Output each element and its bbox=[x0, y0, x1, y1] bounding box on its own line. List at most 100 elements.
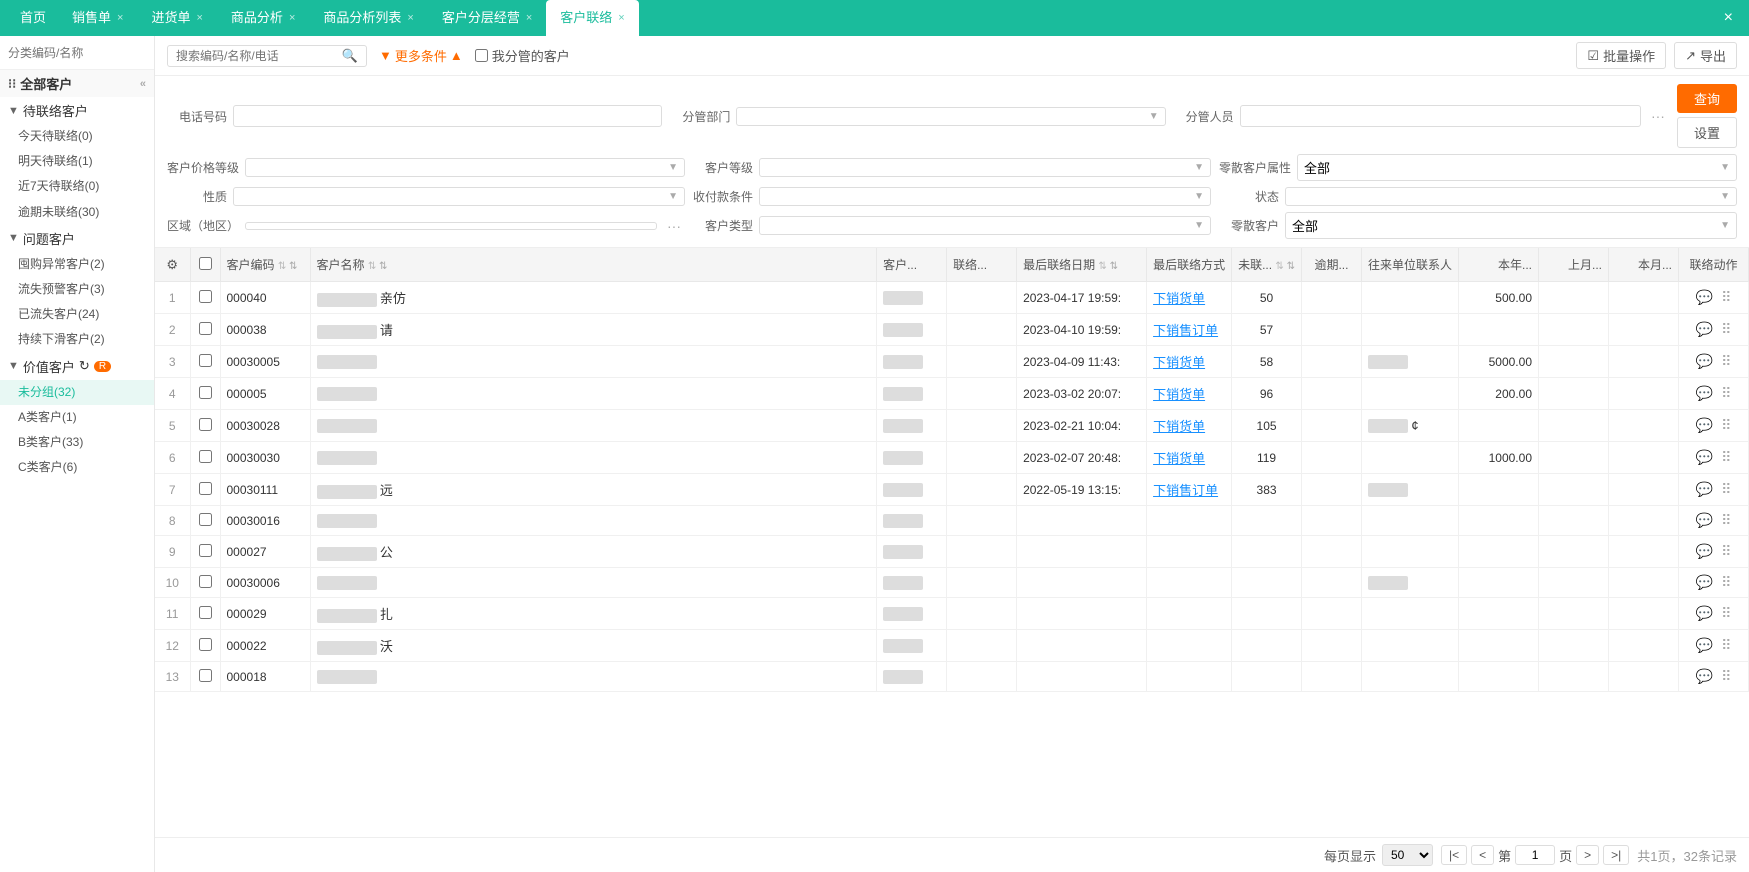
chat-icon[interactable]: 💬 bbox=[1696, 449, 1713, 466]
cell-checkbox[interactable] bbox=[190, 346, 220, 378]
chat-icon[interactable]: 💬 bbox=[1696, 605, 1713, 622]
th-settings[interactable]: ⚙ bbox=[155, 248, 190, 282]
th-customer-type[interactable]: 客户... bbox=[877, 248, 947, 282]
chat-icon[interactable]: 💬 bbox=[1696, 353, 1713, 370]
select-all-checkbox[interactable] bbox=[199, 257, 212, 270]
method-link[interactable]: 下销售订单 bbox=[1153, 483, 1218, 498]
grid-action-icon[interactable]: ⠿ bbox=[1721, 574, 1731, 591]
chat-icon[interactable]: 💬 bbox=[1696, 289, 1713, 306]
row-checkbox[interactable] bbox=[199, 669, 212, 682]
batch-operation-btn[interactable]: ☑ 批量操作 bbox=[1576, 42, 1666, 69]
prev-page-btn[interactable]: < bbox=[1471, 845, 1494, 865]
close-tab-icon[interactable]: × bbox=[196, 0, 202, 36]
close-tab-icon[interactable]: × bbox=[117, 0, 123, 36]
row-checkbox[interactable] bbox=[199, 450, 212, 463]
th-action[interactable]: 联络动作 bbox=[1679, 248, 1749, 282]
sidebar-item-today[interactable]: 今天待联络(0) bbox=[0, 124, 154, 149]
row-checkbox[interactable] bbox=[199, 638, 212, 651]
th-unit-contact[interactable]: 往来单位联系人 bbox=[1361, 248, 1458, 282]
chat-icon[interactable]: 💬 bbox=[1696, 512, 1713, 529]
my-customers-checkbox[interactable] bbox=[475, 49, 488, 62]
close-tab-icon[interactable]: × bbox=[289, 0, 295, 36]
grid-action-icon[interactable]: ⠿ bbox=[1721, 353, 1731, 370]
dots-icon[interactable]: ··· bbox=[667, 218, 681, 234]
cell-checkbox[interactable] bbox=[190, 536, 220, 568]
sidebar-item-tomorrow[interactable]: 明天待联络(1) bbox=[0, 149, 154, 174]
th-contact[interactable]: 联络... bbox=[947, 248, 1017, 282]
close-tab-icon[interactable]: × bbox=[407, 0, 413, 36]
query-btn[interactable]: 查询 bbox=[1677, 84, 1737, 113]
filter-select-price-grade[interactable]: ▼ bbox=[245, 158, 685, 177]
sidebar-collapse-icon[interactable]: « bbox=[140, 78, 146, 90]
cell-checkbox[interactable] bbox=[190, 378, 220, 410]
sidebar-item-ungroup[interactable]: 未分组(32) bbox=[0, 380, 154, 405]
row-checkbox[interactable] bbox=[199, 322, 212, 335]
close-tab-icon[interactable]: × bbox=[526, 0, 532, 36]
chat-icon[interactable]: 💬 bbox=[1696, 543, 1713, 560]
sidebar-item-abnormal[interactable]: 囤购异常客户(2) bbox=[0, 252, 154, 277]
nav-tab-analysis-list[interactable]: 商品分析列表 × bbox=[309, 0, 427, 36]
grid-action-icon[interactable]: ⠿ bbox=[1721, 512, 1731, 529]
filter-select-region[interactable] bbox=[245, 222, 657, 230]
filter-select-customer-grade[interactable]: ▼ bbox=[759, 158, 1211, 177]
row-checkbox[interactable] bbox=[199, 513, 212, 526]
export-btn[interactable]: ↗ 导出 bbox=[1674, 42, 1737, 69]
sidebar-item-class-c[interactable]: C类客户(6) bbox=[0, 455, 154, 480]
th-customer-code[interactable]: 客户编码 ⇅ bbox=[220, 248, 310, 282]
sidebar-item-class-b[interactable]: B类客户(33) bbox=[0, 430, 154, 455]
sidebar-section-problem[interactable]: ▼ 问题客户 bbox=[0, 225, 154, 252]
sidebar-section-waiting[interactable]: ▼ 待联络客户 bbox=[0, 97, 154, 124]
row-checkbox[interactable] bbox=[199, 544, 212, 557]
grid-action-icon[interactable]: ⠿ bbox=[1721, 605, 1731, 622]
grid-action-icon[interactable]: ⠿ bbox=[1721, 385, 1731, 402]
cell-checkbox[interactable] bbox=[190, 282, 220, 314]
sidebar-item-warning[interactable]: 流失预警客户(3) bbox=[0, 277, 154, 302]
method-link[interactable]: 下销售订单 bbox=[1153, 323, 1218, 338]
cell-checkbox[interactable] bbox=[190, 314, 220, 346]
chat-icon[interactable]: 💬 bbox=[1696, 481, 1713, 498]
grid-action-icon[interactable]: ⠿ bbox=[1721, 637, 1731, 654]
filter-select-status[interactable]: ▼ bbox=[1285, 187, 1737, 206]
nav-tab-customer-contact[interactable]: 客户联络 × bbox=[546, 0, 638, 36]
page-number-input[interactable] bbox=[1515, 845, 1555, 865]
row-checkbox[interactable] bbox=[199, 354, 212, 367]
row-checkbox[interactable] bbox=[199, 418, 212, 431]
grid-action-icon[interactable]: ⠿ bbox=[1721, 481, 1731, 498]
grid-action-icon[interactable]: ⠿ bbox=[1721, 449, 1731, 466]
row-checkbox[interactable] bbox=[199, 290, 212, 303]
chat-icon[interactable]: 💬 bbox=[1696, 321, 1713, 338]
sidebar-all-customers[interactable]: ⁝⁝ 全部客户 « bbox=[0, 70, 154, 97]
per-page-select[interactable]: 50 20 100 bbox=[1382, 844, 1433, 866]
filter-select-scatter-customer[interactable]: 全部 ▼ bbox=[1285, 212, 1737, 239]
filter-input-phone[interactable] bbox=[233, 105, 662, 127]
close-tab-icon[interactable]: × bbox=[618, 0, 624, 36]
sidebar-item-lost[interactable]: 已流失客户(24) bbox=[0, 302, 154, 327]
th-this-month[interactable]: 本月... bbox=[1609, 248, 1679, 282]
sidebar-search-input[interactable] bbox=[8, 46, 155, 60]
cell-checkbox[interactable] bbox=[190, 506, 220, 536]
more-conditions-btn[interactable]: ▼ 更多条件 ▲ bbox=[379, 46, 463, 65]
th-customer-name[interactable]: 客户名称 ⇅ bbox=[310, 248, 877, 282]
cell-checkbox[interactable] bbox=[190, 474, 220, 506]
filter-input-person[interactable] bbox=[1240, 105, 1641, 127]
sidebar-item-7days[interactable]: 近7天待联络(0) bbox=[0, 174, 154, 199]
th-checkbox[interactable] bbox=[190, 248, 220, 282]
filter-select-payment[interactable]: ▼ bbox=[759, 187, 1211, 206]
sidebar-item-class-a[interactable]: A类客户(1) bbox=[0, 405, 154, 430]
filter-search-icon[interactable]: 🔍 bbox=[342, 48, 358, 64]
nav-tab-analysis[interactable]: 商品分析 × bbox=[217, 0, 309, 36]
grid-action-icon[interactable]: ⠿ bbox=[1721, 321, 1731, 338]
sidebar-item-declining[interactable]: 持续下滑客户(2) bbox=[0, 327, 154, 352]
row-checkbox[interactable] bbox=[199, 606, 212, 619]
chat-icon[interactable]: 💬 bbox=[1696, 637, 1713, 654]
row-checkbox[interactable] bbox=[199, 482, 212, 495]
filter-select-nature[interactable]: ▼ bbox=[233, 187, 685, 206]
dots-icon[interactable]: ··· bbox=[1651, 108, 1665, 124]
reset-btn[interactable]: 设置 bbox=[1677, 117, 1737, 148]
row-checkbox[interactable] bbox=[199, 575, 212, 588]
filter-select-dept[interactable]: ▼ bbox=[736, 107, 1165, 126]
filter-select-customer-type[interactable]: ▼ bbox=[759, 216, 1211, 235]
grid-action-icon[interactable]: ⠿ bbox=[1721, 543, 1731, 560]
refresh-icon[interactable]: ↻ bbox=[79, 358, 90, 374]
chat-icon[interactable]: 💬 bbox=[1696, 668, 1713, 685]
